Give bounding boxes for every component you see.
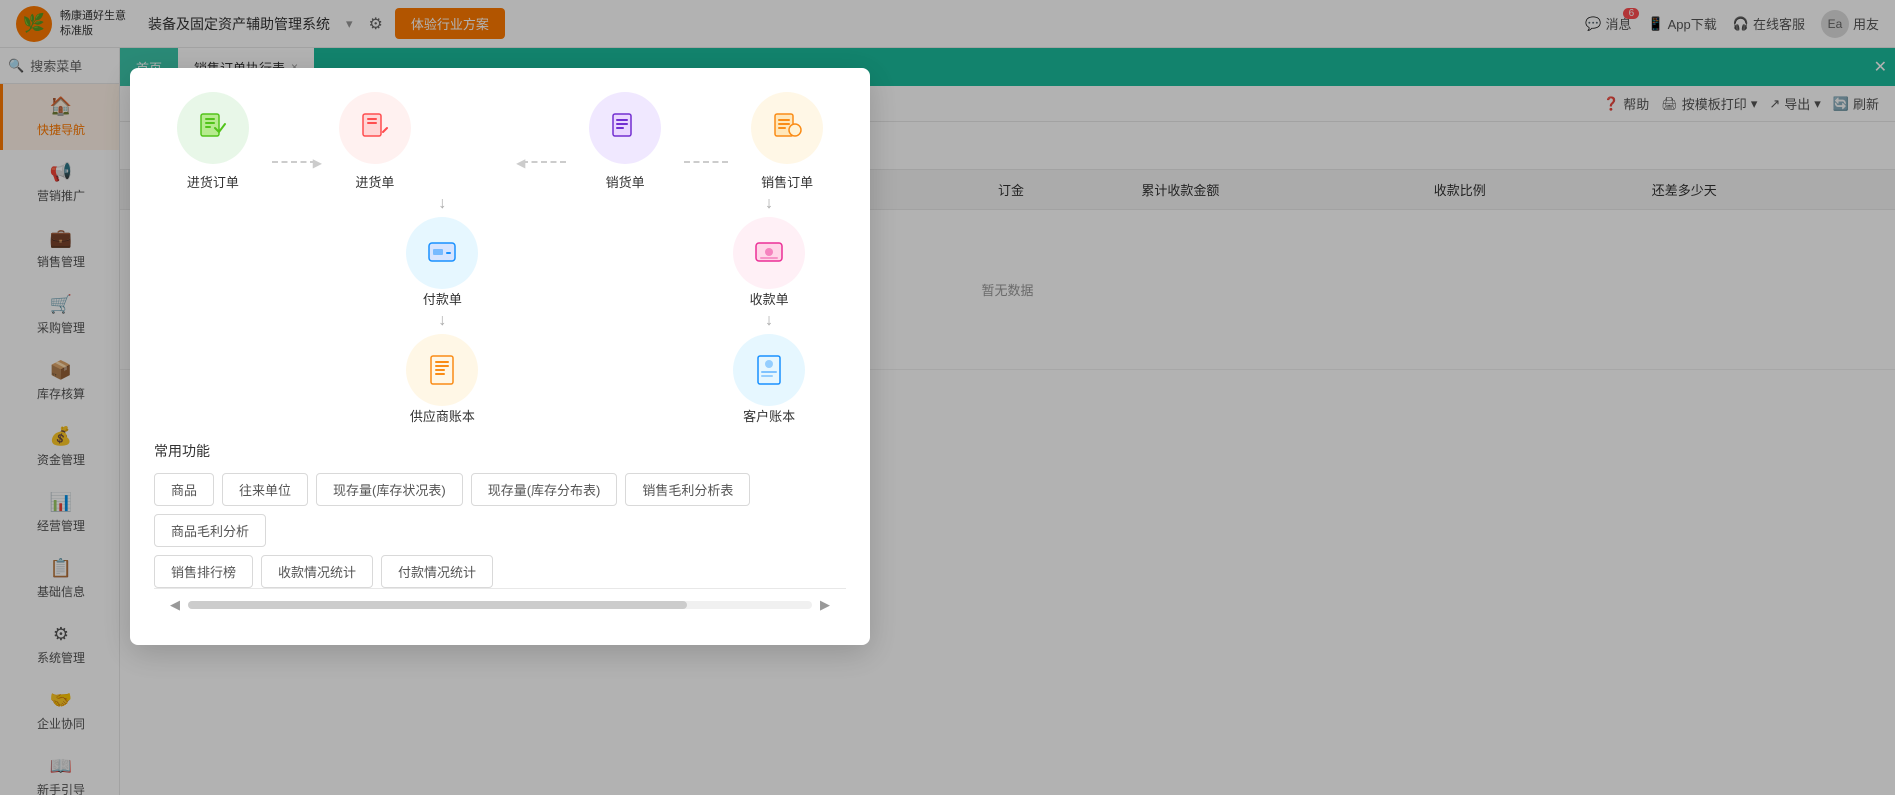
customer-ledger-icon bbox=[733, 334, 805, 406]
scroll-right-icon[interactable]: ▶ bbox=[820, 597, 830, 613]
common-functions-section: 常用功能 商品 往来单位 现存量(库存状况表) 现存量(库存分布表) 销售毛利分… bbox=[154, 441, 846, 588]
workflow-row-arrows: ↓ 付款单 ↓ bbox=[154, 191, 846, 308]
payment-column: ↓ 付款单 bbox=[365, 191, 519, 308]
spacer-arrow2 bbox=[635, 191, 693, 308]
node-sales-slip[interactable]: 销货单 bbox=[566, 92, 684, 191]
func-btn-goods-gross[interactable]: 商品毛利分析 bbox=[154, 514, 266, 547]
arrow-purchase-to-slip: ▶ bbox=[272, 161, 316, 191]
func-btn-stock-status[interactable]: 现存量(库存状况表) bbox=[316, 473, 463, 506]
popup-scrollbar: ◀ ▶ bbox=[154, 588, 846, 621]
workflow-diagram: 进货订单 ▶ 进货单 bbox=[154, 92, 846, 425]
spacer-left bbox=[154, 191, 308, 308]
supplier-ledger-label: 供应商账本 bbox=[410, 406, 475, 425]
func-btn-payment-stats[interactable]: 付款情况统计 bbox=[381, 555, 493, 588]
purchase-slip-label: 进货单 bbox=[355, 172, 394, 191]
payment-slip-icon bbox=[406, 217, 478, 289]
arrow-slip-to-sales-order bbox=[684, 161, 728, 191]
func-btn-contact[interactable]: 往来单位 bbox=[222, 473, 308, 506]
func-btn-goods[interactable]: 商品 bbox=[154, 473, 214, 506]
common-funcs-title: 常用功能 bbox=[154, 441, 846, 461]
spacer-middle bbox=[519, 191, 634, 308]
func-btn-sales-rank[interactable]: 销售排行榜 bbox=[154, 555, 253, 588]
arrow-down-payment: ↓ bbox=[438, 195, 446, 213]
sales-order-label: 销售订单 bbox=[761, 172, 813, 191]
purchase-slip-icon bbox=[339, 92, 411, 164]
sales-order-icon bbox=[751, 92, 823, 164]
func-btn-receipt-stats[interactable]: 收款情况统计 bbox=[261, 555, 373, 588]
arrow-down-customer: ↓ bbox=[765, 312, 773, 330]
spacer-arrow4 bbox=[635, 308, 693, 425]
customer-ledger-column: ↓ 客户账本 bbox=[692, 308, 846, 425]
supplier-ledger-icon bbox=[406, 334, 478, 406]
spacer-arrow3 bbox=[308, 308, 366, 425]
receipt-slip-icon bbox=[733, 217, 805, 289]
scroll-track[interactable] bbox=[188, 601, 812, 609]
purchase-order-icon bbox=[177, 92, 249, 164]
node-sales-order[interactable]: 销售订单 bbox=[728, 92, 846, 191]
payment-slip-label: 付款单 bbox=[423, 289, 462, 308]
workflow-row-1: 进货订单 ▶ 进货单 bbox=[154, 92, 846, 191]
node-purchase-order[interactable]: 进货订单 bbox=[154, 92, 272, 191]
spacer-left2 bbox=[154, 308, 308, 425]
scroll-thumb bbox=[188, 601, 687, 609]
receipt-slip-label: 收款单 bbox=[750, 289, 789, 308]
supplier-ledger-column: ↓ 供应商账本 bbox=[365, 308, 519, 425]
receipt-column: ↓ 收款单 bbox=[692, 191, 846, 308]
sales-slip-icon bbox=[589, 92, 661, 164]
sales-slip-label: 销货单 bbox=[606, 172, 645, 191]
spacer-arrow1 bbox=[308, 191, 366, 308]
quick-guide-popup: 进货订单 ▶ 进货单 bbox=[130, 68, 870, 645]
arrow-down-supplier: ↓ bbox=[438, 312, 446, 330]
spacer-middle2 bbox=[519, 308, 634, 425]
func-btn-stock-dist[interactable]: 现存量(库存分布表) bbox=[471, 473, 618, 506]
scroll-left-icon[interactable]: ◀ bbox=[170, 597, 180, 613]
func-buttons-row1: 商品 往来单位 现存量(库存状况表) 现存量(库存分布表) 销售毛利分析表 商品… bbox=[154, 473, 846, 547]
arrow-sales-order-to-slip: ◀ bbox=[522, 161, 566, 191]
workflow-row-ledgers: ↓ 供应商账本 ↓ bbox=[154, 308, 846, 425]
customer-ledger-label: 客户账本 bbox=[743, 406, 795, 425]
purchase-order-label: 进货订单 bbox=[187, 172, 239, 191]
arrow-down-receipt: ↓ bbox=[765, 195, 773, 213]
func-buttons-row2: 销售排行榜 收款情况统计 付款情况统计 bbox=[154, 555, 846, 588]
node-purchase-slip[interactable]: 进货单 bbox=[316, 92, 434, 191]
func-btn-sales-gross[interactable]: 销售毛利分析表 bbox=[625, 473, 750, 506]
